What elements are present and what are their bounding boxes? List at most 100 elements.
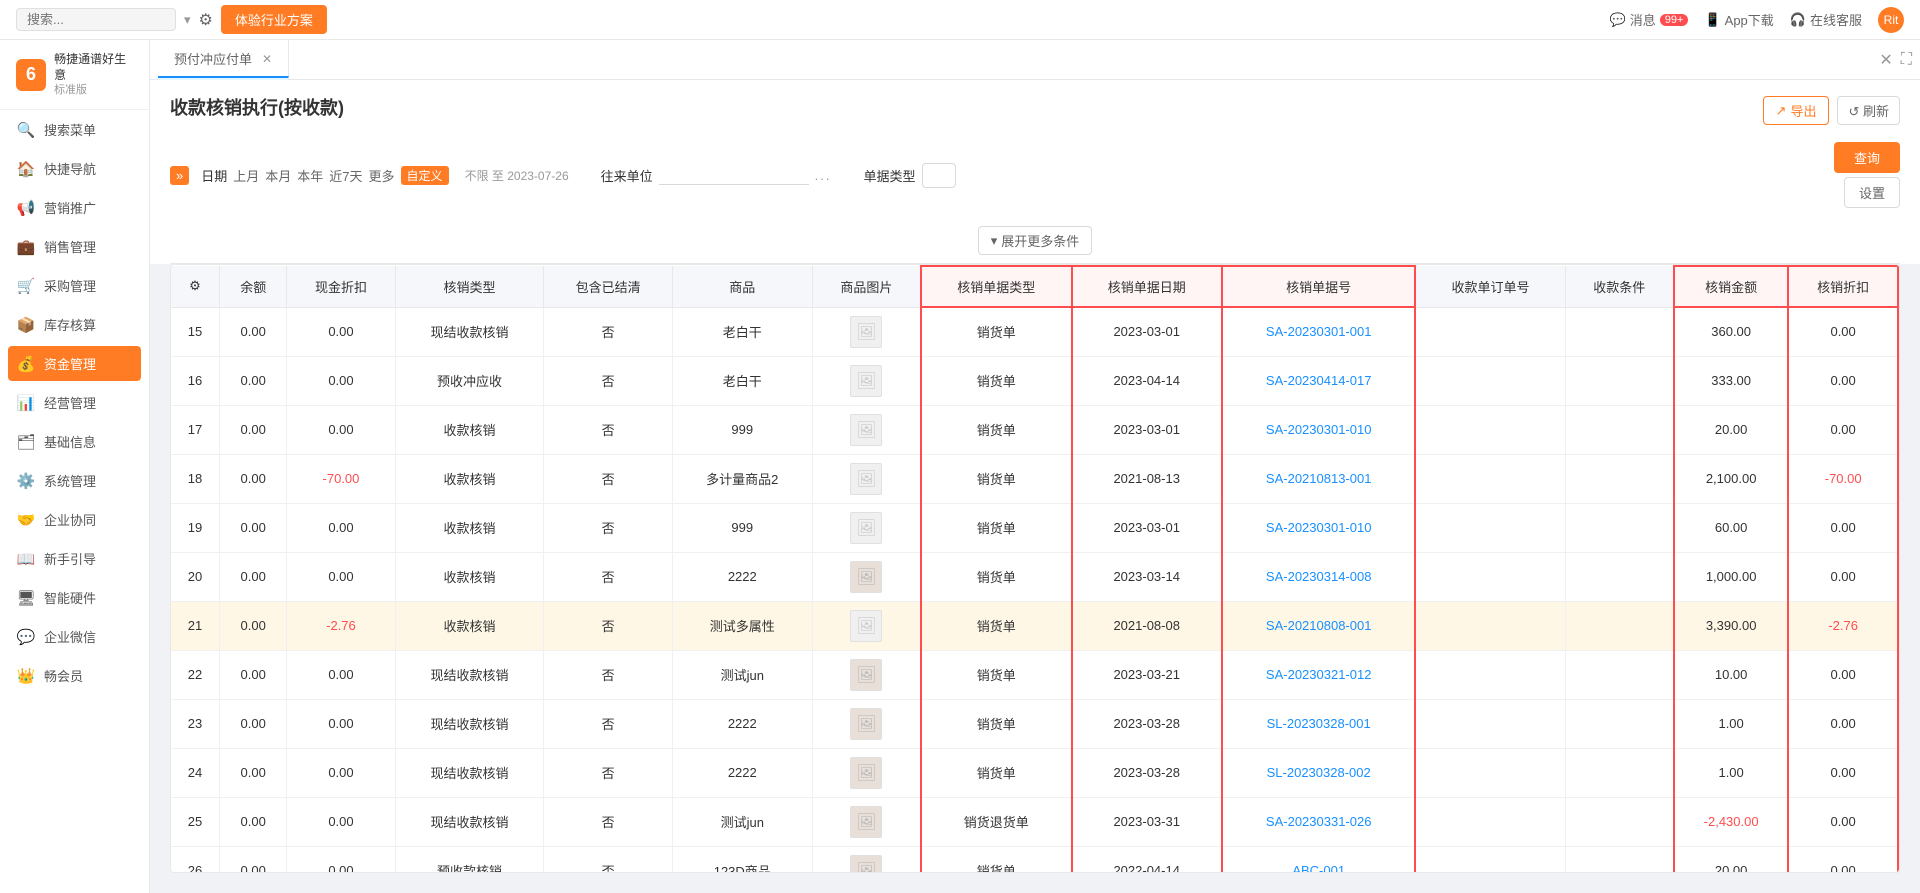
tab-bar: 首页预付冲应付单✕收款核销执行✕ ✕ ⛶	[150, 40, 1920, 80]
date-btn-last-month[interactable]: 上月	[233, 166, 259, 185]
cell-writeoffAmount: 20.00	[1674, 405, 1788, 454]
tab-close-prepay[interactable]: ✕	[262, 52, 272, 66]
cell-goodsImg: 🖼	[812, 503, 921, 552]
partner-input[interactable]	[659, 165, 809, 185]
cell-receiptOrderNo	[1415, 650, 1565, 699]
export-button[interactable]: ↗ 导出	[1763, 96, 1830, 125]
message-icon: 💬	[1610, 12, 1626, 28]
goods-image: 🖼	[850, 365, 882, 397]
goods-image: 🖼	[850, 463, 882, 495]
cell-writeoffBillNo[interactable]: SA-20230301-010	[1222, 405, 1416, 454]
cell-writeoffBillNo[interactable]: SA-20230314-008	[1222, 552, 1416, 601]
date-btn-this-month[interactable]: 本月	[265, 166, 291, 185]
cell-receiptOrderNo	[1415, 503, 1565, 552]
date-btn-custom[interactable]: 自定义	[401, 166, 449, 185]
cell-goods: 测试多属性	[672, 601, 812, 650]
message-icon-group[interactable]: 💬 消息 99+	[1610, 10, 1689, 29]
operations-icon: 📊	[16, 394, 36, 412]
cell-writeoffType: 收款核销	[395, 454, 544, 503]
sidebar-item-hardware[interactable]: 🖥智能硬件	[0, 578, 149, 617]
cell-writeoffBillNo[interactable]: SA-20210808-001	[1222, 601, 1416, 650]
cell-goods: 老白干	[672, 356, 812, 405]
query-button[interactable]: 查询	[1834, 142, 1900, 173]
cell-receiptCondition	[1565, 846, 1674, 873]
col-header-goods: 商品	[672, 266, 812, 307]
search-input[interactable]	[16, 8, 176, 31]
sidebar-label-member: 畅会员	[44, 666, 83, 685]
sidebar-label-inventory: 库存核算	[44, 315, 96, 334]
date-btn-more[interactable]: 更多	[369, 166, 395, 185]
cell-writeoffBillNo[interactable]: SA-20230331-026	[1222, 797, 1416, 846]
sidebar-label-system: 系统管理	[44, 471, 96, 490]
cell-goods: 多计量商品2	[672, 454, 812, 503]
sidebar-item-inventory[interactable]: 📦库存核算	[0, 305, 149, 344]
sidebar-item-search[interactable]: 🔍搜索菜单	[0, 110, 149, 149]
sidebar-item-finance[interactable]: 💰资金管理	[8, 346, 141, 381]
cell-writeoffType: 现结收款核销	[395, 748, 544, 797]
sidebar-label-quicknav: 快捷导航	[44, 159, 96, 178]
cell-writeoffBillNo[interactable]: SA-20230414-017	[1222, 356, 1416, 405]
cell-goods: 2222	[672, 552, 812, 601]
sidebar-item-basic[interactable]: 🗂基础信息	[0, 422, 149, 461]
close-icon[interactable]: ✕	[1879, 50, 1892, 70]
partner-dots[interactable]: ...	[815, 168, 832, 183]
hardware-icon: 🖥	[16, 589, 36, 607]
cell-writeoffBillNo[interactable]: SA-20230301-001	[1222, 307, 1416, 356]
sidebar-item-quicknav[interactable]: 🏠快捷导航	[0, 149, 149, 188]
cell-writeoffDiscount: 0.00	[1788, 356, 1898, 405]
logo: 6 畅捷通谱好生意 标准版	[0, 40, 149, 110]
cell-cashDiscount: 0.00	[287, 797, 395, 846]
cell-writeoffBillNo[interactable]: SL-20230328-002	[1222, 748, 1416, 797]
sidebar-label-sales: 销售管理	[44, 237, 96, 256]
sidebar-item-corp[interactable]: 🤝企业协同	[0, 500, 149, 539]
cell-writeoffAmount: 60.00	[1674, 503, 1788, 552]
system-icon: ⚙️	[16, 472, 36, 490]
sidebar-item-member[interactable]: 👑畅会员	[0, 656, 149, 695]
date-btn-7days[interactable]: 近7天	[329, 166, 362, 185]
table-wrapper[interactable]: ⚙余额现金折扣核销类型包含已结清商品商品图片核销单据类型核销单据日期核销单据号收…	[170, 264, 1900, 873]
cell-writeoffBillNo[interactable]: ABC-001	[1222, 846, 1416, 873]
sidebar-item-wechat[interactable]: 💬企业微信	[0, 617, 149, 656]
content-area: ⚙余额现金折扣核销类型包含已结清商品商品图片核销单据类型核销单据日期核销单据号收…	[150, 264, 1920, 893]
cell-writeoffBillDate: 2023-03-14	[1072, 552, 1222, 601]
cell-writeoffType: 现结收款核销	[395, 307, 544, 356]
filter-arrow[interactable]: »	[170, 166, 189, 185]
sidebar-item-marketing[interactable]: 📢营销推广	[0, 188, 149, 227]
tab-prepay[interactable]: 预付冲应付单✕	[158, 41, 289, 76]
table-row: 240.000.00现结收款核销否2222🖼销货单2023-03-28SL-20…	[171, 748, 1898, 797]
online-service[interactable]: 🎧 在线客服	[1790, 10, 1862, 29]
cell-writeoffBillDate: 2021-08-13	[1072, 454, 1222, 503]
cell-receiptCondition	[1565, 307, 1674, 356]
sidebar-item-guide[interactable]: 📖新手引导	[0, 539, 149, 578]
sidebar-item-sales[interactable]: 💼销售管理	[0, 227, 149, 266]
gear-icon[interactable]: ⚙	[199, 10, 213, 30]
sidebar-item-system[interactable]: ⚙️ 系统管理	[0, 461, 149, 500]
message-badge: 99+	[1660, 14, 1689, 26]
col-header-receiptOrderNo: 收款单订单号	[1415, 266, 1565, 307]
receipt-type-select[interactable]	[922, 163, 956, 188]
cell-goods: 老白干	[672, 307, 812, 356]
cell-goods: 测试jun	[672, 797, 812, 846]
sidebar-item-purchase[interactable]: 🛒采购管理	[0, 266, 149, 305]
cell-cashDiscount: 0.00	[287, 748, 395, 797]
cell-writeoffAmount: 333.00	[1674, 356, 1788, 405]
cell-writeoffBillNo[interactable]: SA-20230321-012	[1222, 650, 1416, 699]
date-btn-this-year[interactable]: 本年	[297, 166, 323, 185]
cell-writeoffBillNo[interactable]: SL-20230328-001	[1222, 699, 1416, 748]
settings-button[interactable]: 设置	[1844, 177, 1900, 208]
expand-conditions-button[interactable]: ▾ 展开更多条件	[978, 226, 1093, 255]
industry-btn[interactable]: 体验行业方案	[221, 5, 327, 34]
cell-writeoffBillNo[interactable]: SA-20210813-001	[1222, 454, 1416, 503]
cell-writeoffAmount: 1.00	[1674, 699, 1788, 748]
avatar[interactable]: Rit	[1878, 7, 1904, 33]
sidebar-item-operations[interactable]: 📊经营管理	[0, 383, 149, 422]
top-bar-right: 💬 消息 99+ 📱 App下载 🎧 在线客服 Rit	[1610, 7, 1904, 33]
cell-writeoffBillDate: 2023-03-01	[1072, 405, 1222, 454]
marketing-icon: 📢	[16, 199, 36, 217]
app-download[interactable]: 📱 App下载	[1704, 10, 1773, 29]
cell-writeoffAmount: 1,000.00	[1674, 552, 1788, 601]
refresh-button[interactable]: ↺ 刷新	[1837, 96, 1900, 125]
cell-writeoffBillNo[interactable]: SA-20230301-010	[1222, 503, 1416, 552]
expand-icon[interactable]: ⛶	[1901, 51, 1912, 69]
col-header-writeoffBillDate: 核销单据日期	[1072, 266, 1222, 307]
